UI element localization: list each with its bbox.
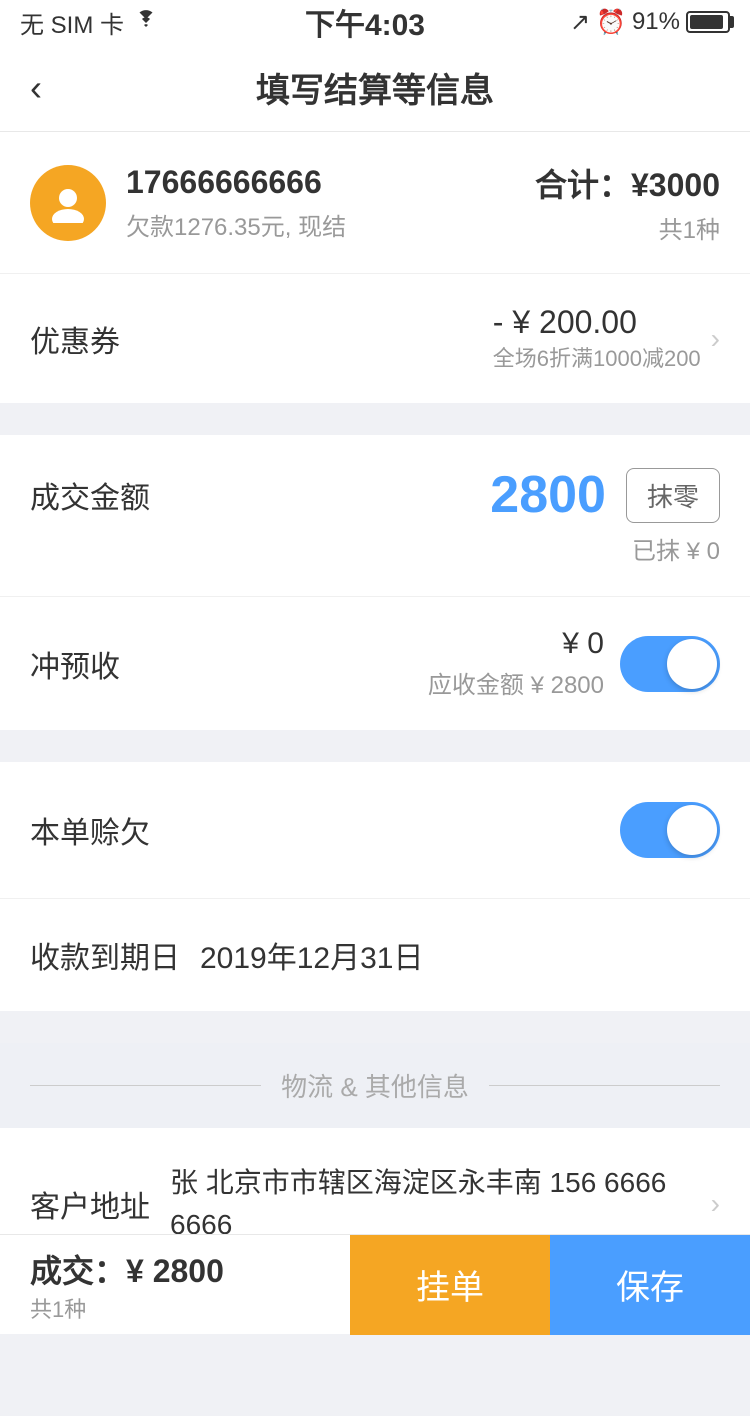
prepay-values: ¥ 0 应收金额 ¥ 2800	[428, 627, 604, 700]
wifi-icon	[132, 8, 160, 36]
hang-button[interactable]: 挂单	[350, 1235, 550, 1335]
bottom-deal-amount: ¥ 2800	[126, 1253, 224, 1289]
battery-icon	[686, 11, 730, 33]
divider-text: 物流 & 其他信息	[281, 1067, 469, 1104]
bottom-bar: 成交：¥ 2800 共1种 挂单 保存	[0, 1234, 750, 1334]
arrears-row: 本单赊欠	[0, 762, 750, 898]
total-amount: 合计：¥3000	[535, 160, 720, 206]
amount-section: 成交金额 2800 抹零 已抹 ¥ 0 冲预收 ¥ 0 应收金额 ¥ 2800	[0, 435, 750, 730]
amount-sub: 已抹 ¥ 0	[30, 531, 720, 566]
nav-bar: ‹ 填写结算等信息	[0, 44, 750, 132]
user-info-row: 17666666666 欠款1276.35元, 现结 合计：¥3000 共1种	[0, 132, 750, 273]
location-icon: ↗	[570, 8, 590, 37]
address-chevron-icon: ›	[711, 1188, 720, 1220]
total-count: 共1种	[535, 210, 720, 245]
user-phone: 17666666666	[126, 164, 346, 201]
amount-value: 2800	[490, 465, 606, 525]
coupon-desc: 全场6折满1000减200	[493, 341, 701, 373]
avatar	[30, 165, 106, 241]
separator-3	[0, 1027, 750, 1043]
carrier-label: 无 SIM 卡	[20, 5, 124, 40]
separator-2	[0, 746, 750, 762]
prepay-amount: ¥ 0	[428, 627, 604, 661]
prepay-right: ¥ 0 应收金额 ¥ 2800	[428, 627, 720, 700]
status-time: 下午4:03	[305, 0, 425, 44]
user-details: 17666666666 欠款1276.35元, 现结	[126, 164, 346, 242]
divider-line-left	[30, 1085, 261, 1086]
due-date-row: 收款到期日 2019年12月31日	[0, 898, 750, 1011]
address-label: 客户地址	[30, 1182, 150, 1226]
coupon-row[interactable]: 优惠券 - ¥ 200.00 全场6折满1000减200 ›	[0, 273, 750, 403]
coupon-discount: - ¥ 200.00	[493, 304, 701, 341]
back-button[interactable]: ‹	[30, 67, 42, 109]
user-totals: 合计：¥3000 共1种	[535, 160, 720, 245]
amount-label: 成交金额	[30, 473, 150, 517]
user-left: 17666666666 欠款1276.35元, 现结	[30, 164, 346, 242]
due-date-label: 收款到期日	[30, 933, 180, 977]
save-button[interactable]: 保存	[550, 1235, 750, 1335]
status-left: 无 SIM 卡	[20, 5, 160, 40]
arrears-label: 本单赊欠	[30, 808, 150, 852]
toggle-knob	[667, 639, 717, 689]
divider-line-right	[489, 1085, 720, 1086]
user-subtext: 欠款1276.35元, 现结	[126, 207, 346, 242]
arrears-toggle-knob	[667, 805, 717, 855]
coupon-label: 优惠券	[30, 317, 120, 361]
prepay-toggle[interactable]	[620, 636, 720, 692]
page-title: 填写结算等信息	[256, 63, 494, 112]
separator-1	[0, 419, 750, 435]
arrears-toggle[interactable]	[620, 802, 720, 858]
round-button[interactable]: 抹零	[626, 468, 720, 523]
bottom-deal-label: 成交：	[30, 1253, 126, 1289]
prepay-sub: 应收金额 ¥ 2800	[428, 665, 604, 700]
section-divider: 物流 & 其他信息	[0, 1043, 750, 1128]
coupon-right: - ¥ 200.00 全场6折满1000减200 ›	[493, 304, 720, 373]
amount-row-container: 成交金额 2800 抹零 已抹 ¥ 0	[0, 435, 750, 596]
chevron-right-icon: ›	[711, 323, 720, 355]
amount-row: 成交金额 2800 抹零	[30, 465, 720, 525]
status-right: ↗ ⏰ 91%	[570, 8, 730, 37]
user-info-section: 17666666666 欠款1276.35元, 现结 合计：¥3000 共1种 …	[0, 132, 750, 403]
bottom-count: 共1种	[30, 1292, 320, 1324]
status-bar: 无 SIM 卡 下午4:03 ↗ ⏰ 91%	[0, 0, 750, 44]
amount-right: 2800 抹零	[490, 465, 720, 525]
arrears-section: 本单赊欠 收款到期日 2019年12月31日	[0, 762, 750, 1011]
alarm-icon: ⏰	[596, 8, 626, 37]
due-date-value: 2019年12月31日	[200, 933, 423, 977]
bottom-deal: 成交：¥ 2800	[30, 1246, 320, 1292]
bottom-summary: 成交：¥ 2800 共1种	[0, 1246, 350, 1324]
prepay-row: 冲预收 ¥ 0 应收金额 ¥ 2800	[0, 596, 750, 730]
battery-percent: 91%	[632, 8, 680, 36]
prepay-label: 冲预收	[30, 642, 120, 686]
